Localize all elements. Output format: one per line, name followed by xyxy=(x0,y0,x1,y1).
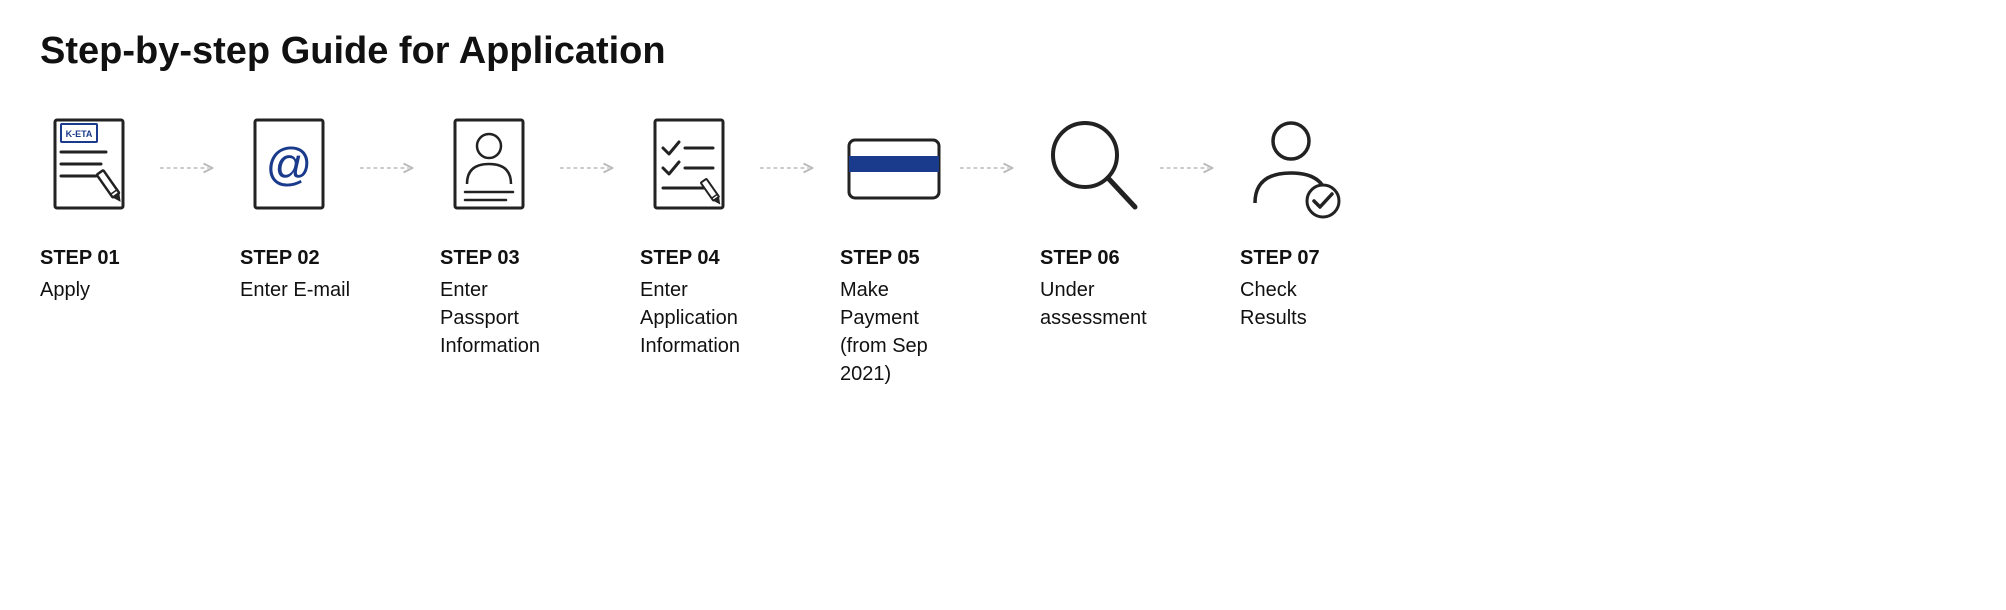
step-07-label: STEP 07 xyxy=(1240,247,1320,270)
arrow-06 xyxy=(1150,158,1230,178)
step-01-desc: Apply xyxy=(40,276,90,304)
step-06-desc: Under assessment xyxy=(1040,276,1147,332)
step-04-label: STEP 04 xyxy=(640,247,720,270)
check-results-icon xyxy=(1240,113,1350,223)
arrow-02 xyxy=(350,158,430,178)
steps-container: K-ETA xyxy=(40,113,1966,388)
checklist-document-icon xyxy=(640,113,750,223)
step-07-desc: Check Results xyxy=(1240,276,1307,332)
payment-card-icon xyxy=(840,113,950,223)
step-05-label: STEP 05 xyxy=(840,247,920,270)
step-03: STEP 03 Enter Passport Information xyxy=(440,113,640,360)
arrow-03 xyxy=(550,158,630,178)
step-03-desc: Enter Passport Information xyxy=(440,276,540,360)
passport-icon xyxy=(440,113,550,223)
step-02: @ STEP 02 Enter E-mail xyxy=(240,113,440,304)
step-01-label: STEP 01 xyxy=(40,247,120,270)
step-07: STEP 07 Check Results xyxy=(1240,113,1440,332)
step-05: STEP 05 Make Payment (from Sep 2021) xyxy=(840,113,1040,388)
step-04-desc: Enter Application Information xyxy=(640,276,740,360)
page-title: Step-by-step Guide for Application xyxy=(40,30,1966,73)
step-06-label: STEP 06 xyxy=(1040,247,1120,270)
arrow-05 xyxy=(950,158,1030,178)
svg-text:@: @ xyxy=(266,138,313,190)
arrow-01 xyxy=(150,158,230,178)
step-02-label: STEP 02 xyxy=(240,247,320,270)
step-03-label: STEP 03 xyxy=(440,247,520,270)
step-06: STEP 06 Under assessment xyxy=(1040,113,1240,332)
step-02-desc: Enter E-mail xyxy=(240,276,350,304)
svg-text:K-ETA: K-ETA xyxy=(66,129,93,139)
step-05-desc: Make Payment (from Sep 2021) xyxy=(840,276,928,388)
keta-document-icon: K-ETA xyxy=(40,113,150,223)
search-icon xyxy=(1040,113,1150,223)
step-01: K-ETA xyxy=(40,113,240,304)
step-04: STEP 04 Enter Application Information xyxy=(640,113,840,360)
email-document-icon: @ xyxy=(240,113,350,223)
arrow-04 xyxy=(750,158,830,178)
